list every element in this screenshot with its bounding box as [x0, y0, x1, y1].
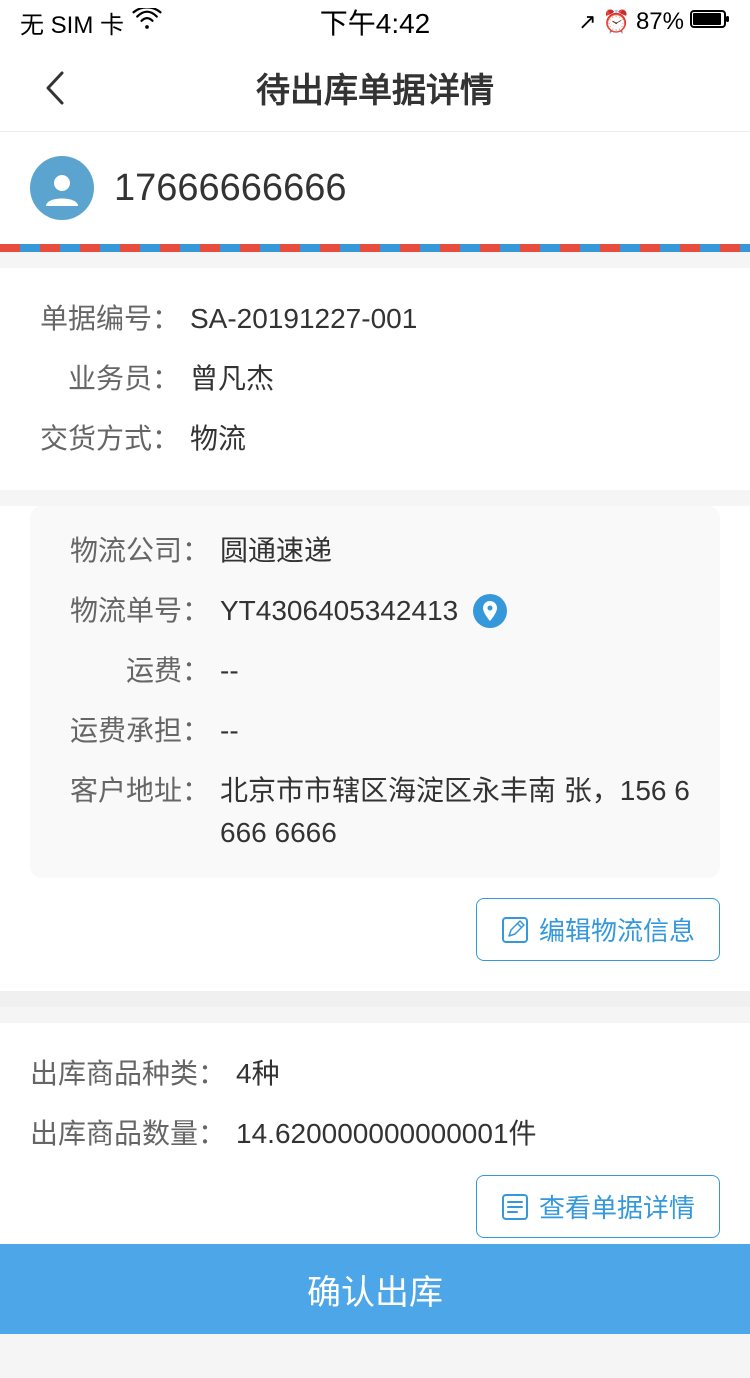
nav-bar: 待出库单据详情 — [0, 44, 750, 132]
address-row: 客户地址： 北京市市辖区海淀区永丰南 张，156 6666 6666 — [60, 770, 690, 854]
back-button[interactable] — [30, 63, 80, 113]
freight-row: 运费： -- — [60, 650, 690, 692]
status-right: ↗ ⏰ 87% — [578, 8, 730, 37]
logistics-card: 物流公司： 圆通速递 物流单号： YT43064053424​13 运费： --… — [30, 506, 720, 878]
status-bar: 无 SIM 卡 下午4:42 ↗ ⏰ 87% — [0, 0, 750, 44]
edit-logistics-button[interactable]: 编辑物流信息 — [476, 898, 720, 961]
outbound-info-section: 出库商品种类： 4种 出库商品数量： 14.620000000000001件 查… — [0, 1023, 750, 1268]
basic-info-section: 单据编号： SA-20191227-001 业务员： 曾凡杰 交货方式： 物流 — [0, 268, 750, 490]
sales-person-value: 曾凡杰 — [190, 358, 720, 400]
item-count-row: 出库商品数量： 14.620000000000001件 — [30, 1113, 720, 1155]
page-title: 待出库单据详情 — [80, 63, 670, 112]
tracking-number-value: YT43064053424​13 — [220, 590, 690, 632]
tracking-number-label: 物流单号： — [60, 590, 220, 632]
battery-label: 87% — [636, 8, 684, 36]
document-number-value: SA-20191227-001 — [190, 298, 720, 340]
view-details-label: 查看单据详情 — [539, 1188, 695, 1225]
carrier-label: 无 SIM 卡 — [20, 5, 124, 40]
edit-btn-row: 编辑物流信息 — [30, 898, 720, 961]
dashed-divider — [0, 244, 750, 252]
document-number-label: 单据编号： — [30, 298, 190, 340]
tracking-number-text: YT43064053424​13 — [220, 590, 458, 632]
edit-logistics-label: 编辑物流信息 — [539, 911, 695, 948]
confirm-outbound-button[interactable]: 确认出库 — [0, 1244, 750, 1334]
address-label: 客户地址： — [60, 770, 220, 812]
customer-phone: 17666666666 — [114, 167, 346, 210]
document-number-row: 单据编号： SA-20191227-001 — [30, 298, 720, 340]
delivery-method-row: 交货方式： 物流 — [30, 418, 720, 460]
item-types-value: 4种 — [236, 1053, 720, 1095]
status-left: 无 SIM 卡 — [20, 5, 162, 40]
logistics-company-label: 物流公司： — [60, 530, 220, 572]
location-arrow-icon: ↗ — [578, 9, 596, 35]
sales-person-row: 业务员： 曾凡杰 — [30, 358, 720, 400]
wifi-icon — [132, 8, 162, 37]
item-count-label: 出库商品数量： — [30, 1113, 236, 1155]
logistics-company-row: 物流公司： 圆通速递 — [60, 530, 690, 572]
freight-bearer-row: 运费承担： -- — [60, 710, 690, 752]
sales-person-label: 业务员： — [30, 358, 190, 400]
view-details-button[interactable]: 查看单据详情 — [476, 1175, 720, 1238]
avatar — [30, 156, 94, 220]
logistics-section: 物流公司： 圆通速递 物流单号： YT43064053424​13 运费： --… — [0, 506, 750, 991]
logistics-company-value: 圆通速递 — [220, 530, 690, 572]
freight-bearer-label: 运费承担： — [60, 710, 220, 752]
confirm-outbound-label: 确认出库 — [307, 1265, 443, 1314]
delivery-method-label: 交货方式： — [30, 418, 190, 460]
section-divider — [0, 991, 750, 1007]
view-btn-row: 查看单据详情 — [30, 1175, 720, 1238]
address-value: 北京市市辖区海淀区永丰南 张，156 6666 6666 — [220, 770, 690, 854]
status-time: 下午4:42 — [320, 2, 431, 42]
battery-icon — [690, 8, 730, 37]
freight-value: -- — [220, 650, 690, 692]
freight-bearer-value: -- — [220, 710, 690, 752]
tracking-number-row: 物流单号： YT43064053424​13 — [60, 590, 690, 632]
freight-label: 运费： — [60, 650, 220, 692]
item-types-row: 出库商品种类： 4种 — [30, 1053, 720, 1095]
tracking-location-icon[interactable] — [472, 593, 508, 629]
item-types-label: 出库商品种类： — [30, 1053, 236, 1095]
delivery-method-value: 物流 — [190, 418, 720, 460]
customer-section: 17666666666 — [0, 132, 750, 244]
alarm-icon: ⏰ — [603, 9, 630, 35]
item-count-value: 14.620000000000001件 — [236, 1113, 720, 1155]
